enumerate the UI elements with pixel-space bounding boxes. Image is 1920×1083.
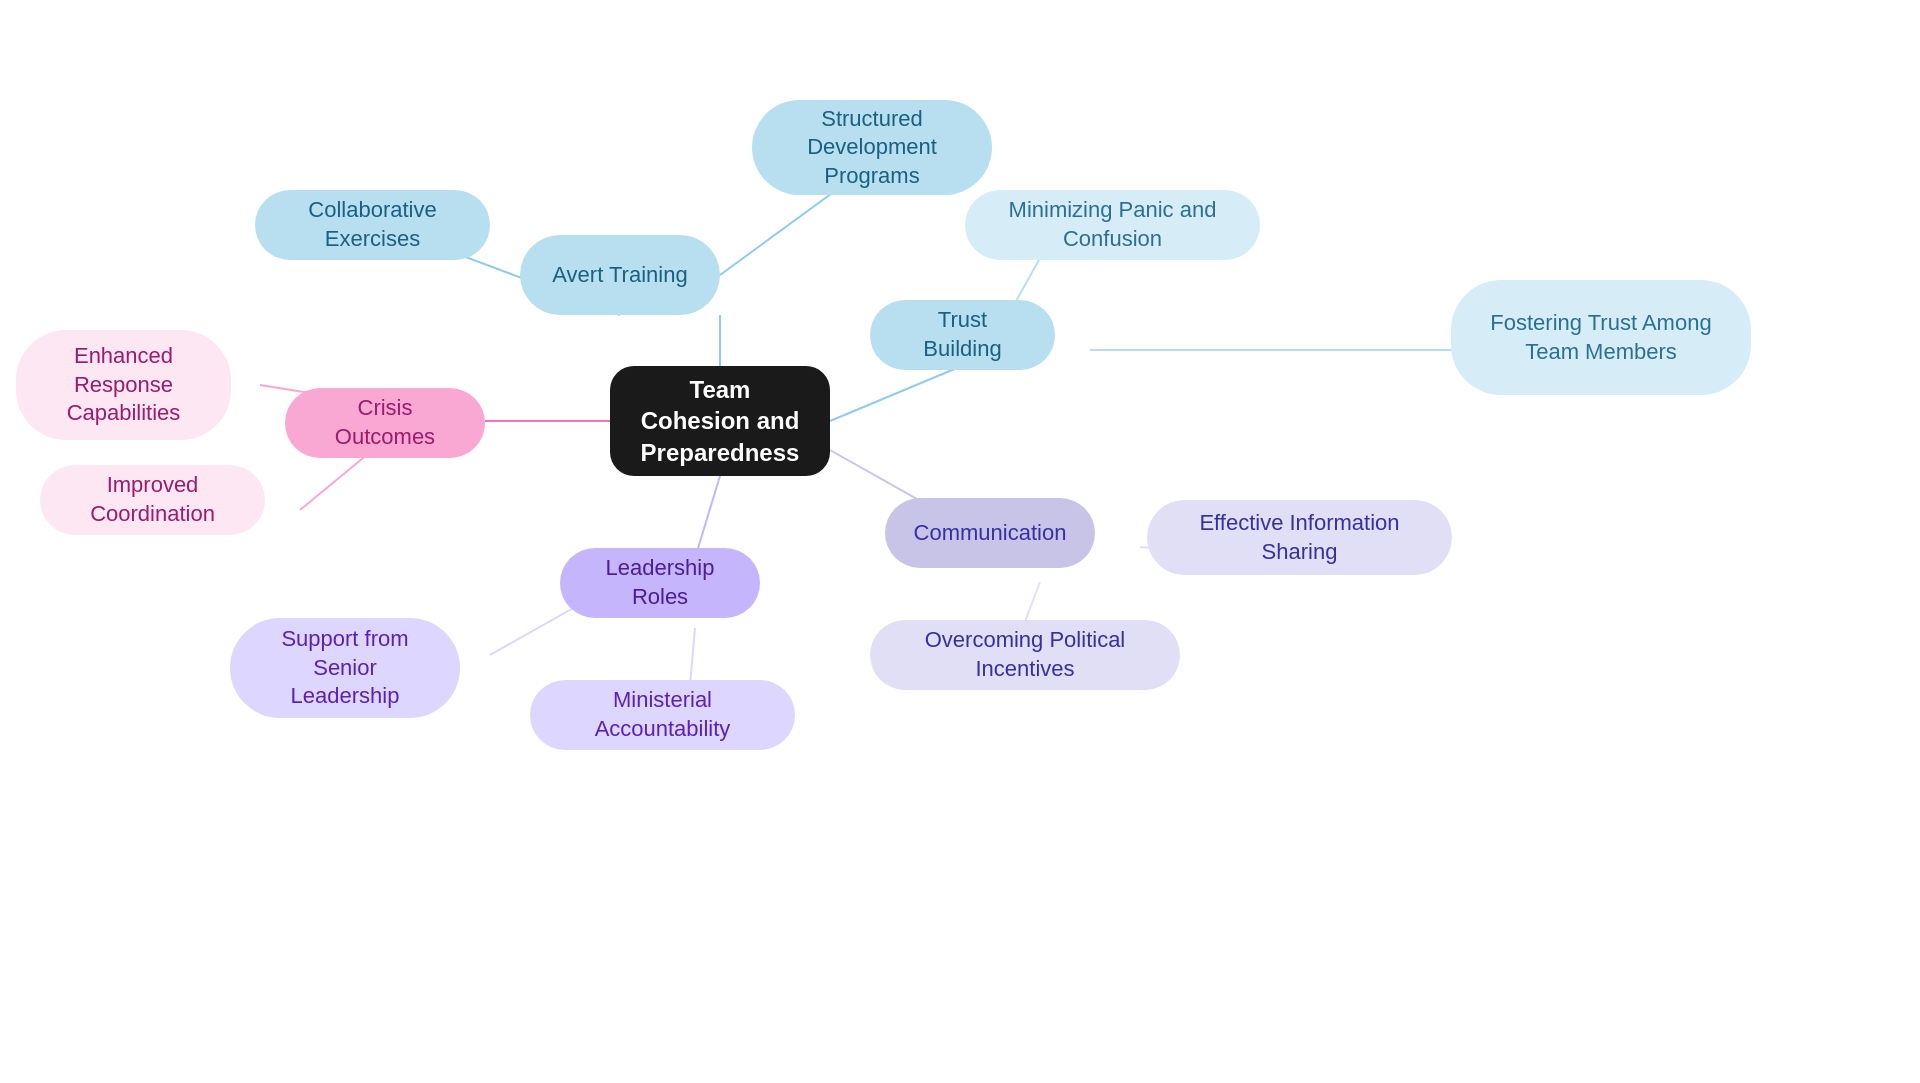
crisis-outcomes-node: Crisis Outcomes [285,388,485,458]
minimizing-panic-label: Minimizing Panic and Confusion [993,196,1232,253]
trust-building-node: Trust Building [870,300,1055,370]
crisis-outcomes-label: Crisis Outcomes [313,394,457,451]
collab-exercises-label: Collaborative Exercises [283,196,462,253]
improved-coord-node: Improved Coordination [40,465,265,535]
effective-info-label: Effective Information Sharing [1175,509,1424,566]
improved-coord-label: Improved Coordination [68,471,237,528]
overcoming-pol-node: Overcoming Political Incentives [870,620,1180,690]
center-node: Team Cohesion and Preparedness [610,366,830,476]
enhanced-response-label: Enhanced Response Capabilities [44,342,203,428]
fostering-trust-label: Fostering Trust Among Team Members [1479,309,1723,366]
structured-dev-label: Structured Development Programs [780,105,964,191]
avert-training-node: Avert Training [520,235,720,315]
ministerial-acc-label: Ministerial Accountability [558,686,767,743]
communication-node: Communication [885,498,1095,568]
support-senior-node: Support from Senior Leadership [230,618,460,718]
trust-building-label: Trust Building [898,306,1027,363]
communication-label: Communication [914,519,1067,548]
leadership-roles-label: Leadership Roles [588,554,732,611]
structured-dev-node: Structured Development Programs [752,100,992,195]
avert-training-label: Avert Training [552,261,687,290]
svg-line-11 [690,628,695,685]
enhanced-response-node: Enhanced Response Capabilities [16,330,231,440]
support-senior-label: Support from Senior Leadership [258,625,432,711]
svg-line-9 [695,476,720,558]
fostering-trust-node: Fostering Trust Among Team Members [1451,280,1751,395]
minimizing-panic-node: Minimizing Panic and Confusion [965,190,1260,260]
center-label: Team Cohesion and Preparedness [638,374,802,468]
effective-info-node: Effective Information Sharing [1147,500,1452,575]
overcoming-pol-label: Overcoming Political Incentives [898,626,1152,683]
ministerial-acc-node: Ministerial Accountability [530,680,795,750]
leadership-roles-node: Leadership Roles [560,548,760,618]
collab-exercises-node: Collaborative Exercises [255,190,490,260]
